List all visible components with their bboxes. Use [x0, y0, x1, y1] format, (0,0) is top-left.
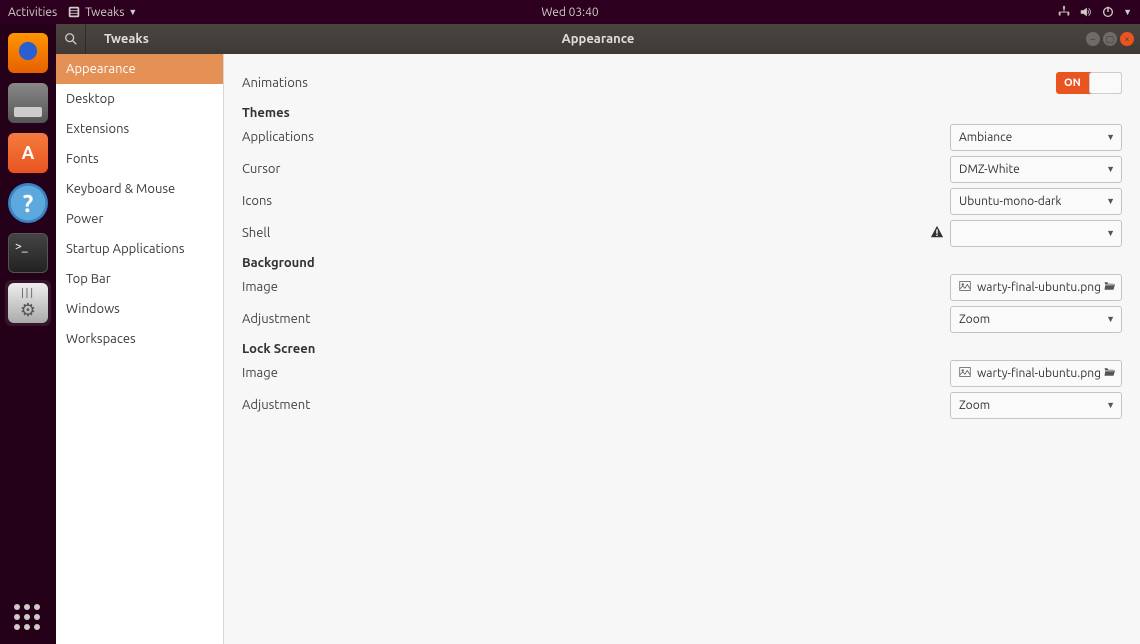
themes-header: Themes: [242, 106, 1122, 120]
background-adjustment-label: Adjustment: [242, 312, 310, 326]
lock-image-value: warty-final-ubuntu.png: [977, 367, 1101, 380]
app-menu-label: Tweaks: [85, 6, 124, 19]
background-adjustment-value: Zoom: [959, 313, 990, 326]
dock-files[interactable]: [5, 80, 51, 126]
power-icon[interactable]: [1101, 5, 1115, 19]
chevron-down-icon: ▼: [128, 7, 137, 17]
background-image-label: Image: [242, 280, 278, 294]
window-app-title: Tweaks: [104, 32, 149, 46]
sidebar-item-fonts[interactable]: Fonts: [56, 144, 223, 174]
close-button[interactable]: ×: [1120, 32, 1134, 46]
dock-help[interactable]: ?: [5, 180, 51, 226]
lock-adjustment-label: Adjustment: [242, 398, 310, 412]
dock-software[interactable]: [5, 130, 51, 176]
chevron-down-icon: ▼: [1106, 400, 1115, 410]
lock-adjustment-value: Zoom: [959, 399, 990, 412]
titlebar: Tweaks Appearance – ▢ ×: [56, 24, 1140, 54]
search-icon: [64, 32, 78, 46]
sidebar-item-power[interactable]: Power: [56, 204, 223, 234]
cursor-combo[interactable]: DMZ-White ▼: [950, 156, 1122, 183]
toggle-knob: [1089, 72, 1122, 94]
chevron-down-icon: ▼: [1106, 196, 1115, 206]
app-menu[interactable]: Tweaks ▼: [67, 5, 137, 19]
tweaks-window: Tweaks Appearance – ▢ × Appearance Deskt…: [56, 24, 1140, 644]
top-panel: Activities Tweaks ▼ Wed 03:40 ▼: [0, 0, 1140, 24]
warning-icon: [930, 225, 944, 242]
background-image-chooser[interactable]: warty-final-ubuntu.png: [950, 274, 1122, 301]
animations-label: Animations: [242, 76, 308, 90]
search-button[interactable]: [56, 24, 86, 54]
sidebar-item-top-bar[interactable]: Top Bar: [56, 264, 223, 294]
image-icon: [959, 366, 971, 381]
dock-tweaks[interactable]: [5, 280, 51, 326]
sidebar-item-workspaces[interactable]: Workspaces: [56, 324, 223, 354]
applications-value: Ambiance: [959, 131, 1012, 144]
applications-combo[interactable]: Ambiance ▼: [950, 124, 1122, 151]
lock-image-chooser[interactable]: warty-final-ubuntu.png: [950, 360, 1122, 387]
activities-button[interactable]: Activities: [8, 6, 57, 19]
animations-toggle[interactable]: ON: [1056, 72, 1122, 94]
window-header-title: Appearance: [562, 32, 635, 46]
background-adjustment-combo[interactable]: Zoom ▼: [950, 306, 1122, 333]
sidebar: Appearance Desktop Extensions Fonts Keyb…: [56, 54, 224, 644]
file-open-icon: [1103, 366, 1115, 381]
sidebar-item-keyboard-mouse[interactable]: Keyboard & Mouse: [56, 174, 223, 204]
chevron-down-icon: ▼: [1106, 228, 1115, 238]
network-icon[interactable]: [1057, 5, 1071, 19]
file-open-icon: [1103, 280, 1115, 295]
chevron-down-icon: ▼: [1106, 132, 1115, 142]
sidebar-item-startup-applications[interactable]: Startup Applications: [56, 234, 223, 264]
chevron-down-icon[interactable]: ▼: [1123, 7, 1132, 17]
chevron-down-icon: ▼: [1106, 164, 1115, 174]
tweaks-app-icon: [67, 5, 81, 19]
shell-combo: ▼: [950, 220, 1122, 247]
cursor-label: Cursor: [242, 162, 280, 176]
clock[interactable]: Wed 03:40: [541, 6, 598, 19]
dock: ?: [0, 24, 56, 644]
chevron-down-icon: ▼: [1106, 314, 1115, 324]
applications-label: Applications: [242, 130, 314, 144]
lock-screen-header: Lock Screen: [242, 342, 1122, 356]
shell-label: Shell: [242, 226, 270, 240]
icons-value: Ubuntu-mono-dark: [959, 195, 1062, 208]
dock-firefox[interactable]: [5, 30, 51, 76]
volume-icon[interactable]: [1079, 5, 1093, 19]
dock-terminal[interactable]: [5, 230, 51, 276]
sidebar-item-extensions[interactable]: Extensions: [56, 114, 223, 144]
icons-combo[interactable]: Ubuntu-mono-dark ▼: [950, 188, 1122, 215]
sidebar-item-windows[interactable]: Windows: [56, 294, 223, 324]
image-icon: [959, 280, 971, 295]
sidebar-item-appearance[interactable]: Appearance: [56, 54, 223, 84]
show-applications-button[interactable]: [14, 604, 42, 632]
sidebar-item-desktop[interactable]: Desktop: [56, 84, 223, 114]
toggle-on-label: ON: [1064, 77, 1081, 89]
background-image-value: warty-final-ubuntu.png: [977, 281, 1101, 294]
maximize-button[interactable]: ▢: [1103, 32, 1117, 46]
background-header: Background: [242, 256, 1122, 270]
lock-adjustment-combo[interactable]: Zoom ▼: [950, 392, 1122, 419]
main-content: Animations ON Themes Applications Ambian…: [224, 54, 1140, 644]
minimize-button[interactable]: –: [1086, 32, 1100, 46]
icons-label: Icons: [242, 194, 272, 208]
cursor-value: DMZ-White: [959, 163, 1020, 176]
lock-image-label: Image: [242, 366, 278, 380]
